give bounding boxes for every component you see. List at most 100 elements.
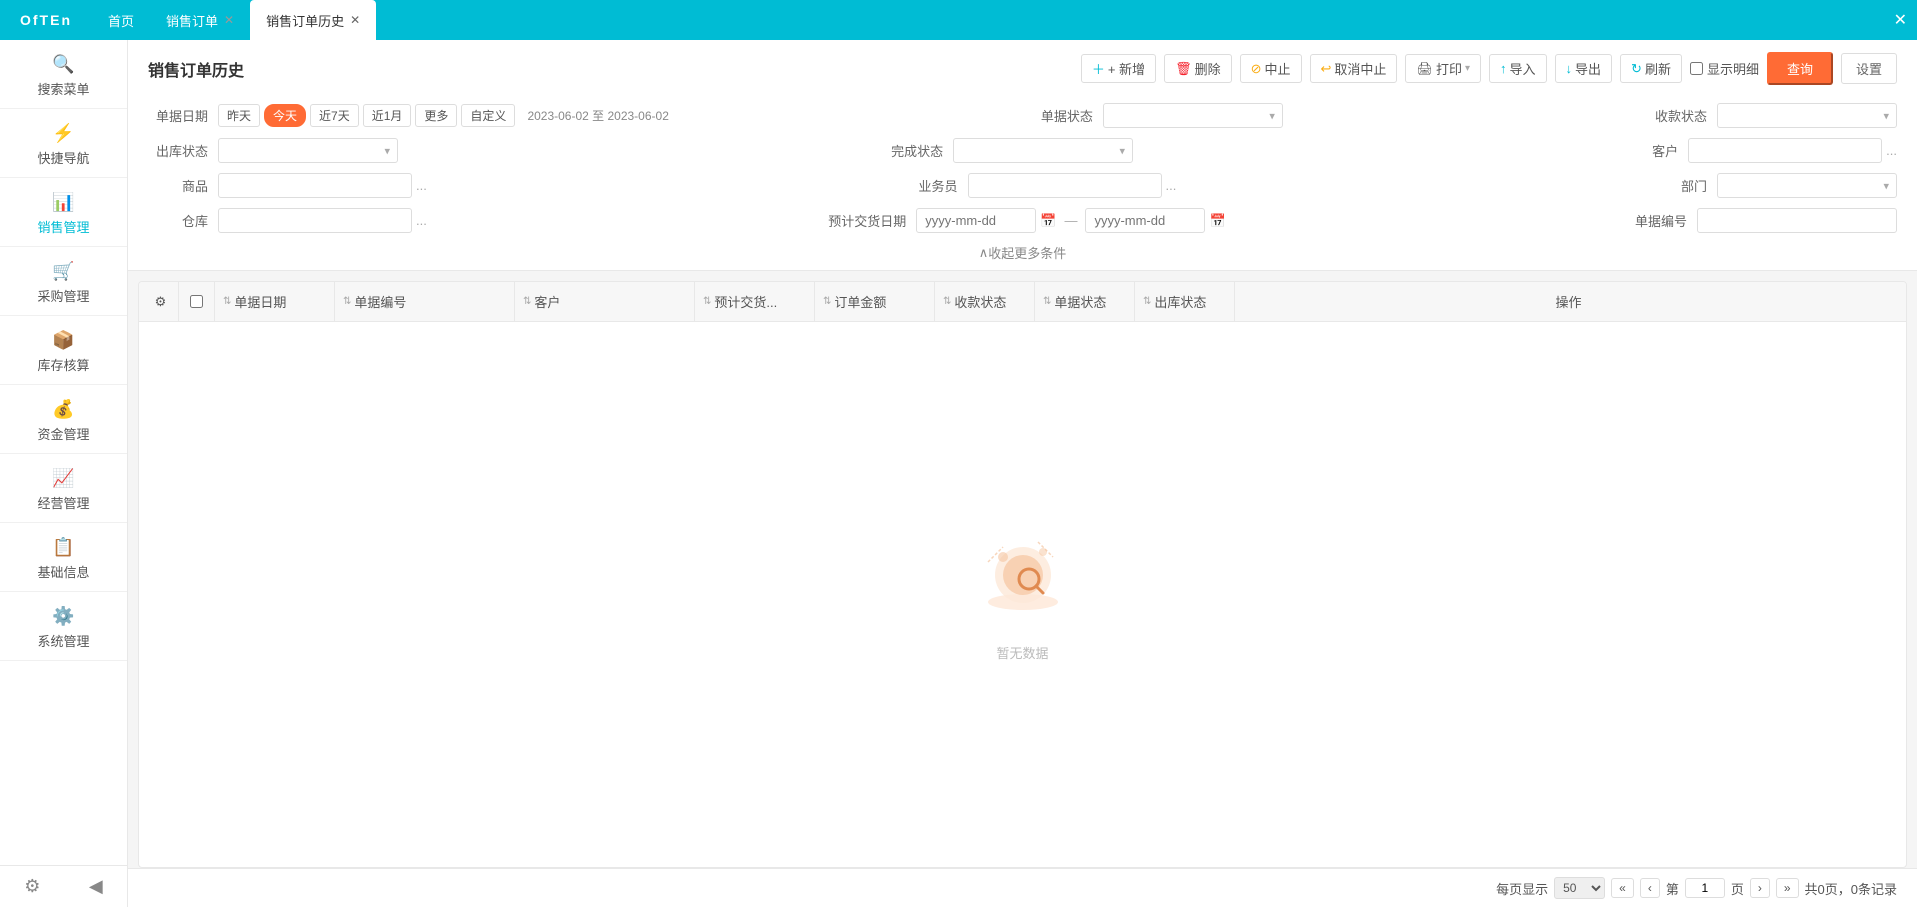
export-button[interactable]: ↓ 导出 xyxy=(1555,54,1613,83)
stop-button[interactable]: ⊘ 中止 xyxy=(1240,54,1302,83)
tab-sales-order-history-close[interactable]: ✕ xyxy=(350,13,360,27)
bill-status-select[interactable] xyxy=(1103,103,1283,128)
th-action-label: 操作 xyxy=(1555,292,1581,311)
payment-status-label: 收款状态 xyxy=(1647,106,1717,125)
toolbar: ＋ + 新增 🗑 删除 ⊘ 中止 ↩ 取消中止 xyxy=(1081,52,1897,85)
bill-number-input[interactable] xyxy=(1697,208,1897,233)
goods-dots[interactable]: ... xyxy=(416,178,427,193)
date-btn-today[interactable]: 今天 xyxy=(264,104,306,127)
sidebar-item-quick-nav-label: 快捷导航 xyxy=(37,148,89,167)
sidebar-item-operations[interactable]: 📈 经营管理 xyxy=(0,454,127,523)
th-delivery[interactable]: ⇅ 预计交货... xyxy=(695,282,815,321)
sidebar-settings-btn[interactable]: ⚙ xyxy=(24,876,40,897)
new-icon: ＋ xyxy=(1092,59,1105,78)
tab-sales-order-close[interactable]: ✕ xyxy=(224,13,234,27)
sidebar-item-quick-nav[interactable]: ⚡ 快捷导航 xyxy=(0,109,127,178)
refresh-icon: ↻ xyxy=(1631,61,1642,77)
th-customer[interactable]: ⇅ 客户 xyxy=(515,282,695,321)
sidebar-item-sales[interactable]: 📊 销售管理 xyxy=(0,178,127,247)
sidebar-item-inventory[interactable]: 📦 库存核算 xyxy=(0,316,127,385)
stock-status-select-wrap xyxy=(218,138,398,163)
warehouse-dots[interactable]: ... xyxy=(416,213,427,228)
import-button[interactable]: ↑ 导入 xyxy=(1489,54,1547,83)
th-bill-status[interactable]: ⇅ 单据状态 xyxy=(1035,282,1135,321)
page-size-select[interactable]: 50 10 20 100 xyxy=(1554,877,1605,899)
window-close-button[interactable]: ✕ xyxy=(1894,10,1907,30)
refresh-button[interactable]: ↻ 刷新 xyxy=(1620,54,1682,83)
th-bill-status-label: 单据状态 xyxy=(1054,292,1106,311)
date-btn-custom[interactable]: 自定义 xyxy=(461,104,515,127)
sidebar-item-system[interactable]: ⚙️ 系统管理 xyxy=(0,592,127,661)
sidebar-item-finance[interactable]: 💰 资金管理 xyxy=(0,385,127,454)
filter-row-4: 仓库 ... 预计交货日期 📅 — 📅 单据编号 xyxy=(148,208,1897,233)
settings-button[interactable]: 设置 xyxy=(1841,53,1897,84)
sidebar-item-finance-label: 资金管理 xyxy=(37,424,89,443)
tab-home[interactable]: 首页 xyxy=(92,0,150,40)
sidebar-item-basic[interactable]: 📋 基础信息 xyxy=(0,523,127,592)
page-number-input[interactable] xyxy=(1685,878,1725,898)
last-page-button[interactable]: » xyxy=(1776,878,1799,898)
sidebar-item-search[interactable]: 🔍 搜索菜单 xyxy=(0,40,127,109)
date-btn-more[interactable]: 更多 xyxy=(415,104,457,127)
select-all-checkbox[interactable] xyxy=(190,295,203,308)
sort-icon-number: ⇅ xyxy=(343,296,351,307)
th-stock-status[interactable]: ⇅ 出库状态 xyxy=(1135,282,1235,321)
show-detail-checkbox-label[interactable]: 显示明细 xyxy=(1690,59,1759,78)
th-number[interactable]: ⇅ 单据编号 xyxy=(335,282,515,321)
top-bar-right: ✕ xyxy=(1884,10,1917,30)
filter-area: 单据日期 昨天 今天 近7天 近1月 更多 自定义 2023-06-02 至 2… xyxy=(148,95,1897,270)
th-checkbox[interactable] xyxy=(179,282,215,321)
print-icon: 🖨 xyxy=(1416,61,1433,77)
tab-home-label: 首页 xyxy=(108,11,134,30)
collapse-row[interactable]: ∧ 收起更多条件 xyxy=(148,239,1897,262)
date-label: 单据日期 xyxy=(148,106,218,125)
export-label: 导出 xyxy=(1575,59,1601,78)
warehouse-input[interactable] xyxy=(218,208,412,233)
delivery-date-end[interactable] xyxy=(1085,208,1205,233)
th-stock-status-label: 出库状态 xyxy=(1154,292,1206,311)
empty-state: 暂无数据 xyxy=(139,322,1906,867)
tab-sales-order-history[interactable]: 销售订单历史 ✕ xyxy=(250,0,376,40)
payment-status-select[interactable] xyxy=(1717,103,1897,128)
delivery-date-start[interactable] xyxy=(916,208,1036,233)
sort-icon-delivery: ⇅ xyxy=(703,296,711,307)
date-btn-yesterday[interactable]: 昨天 xyxy=(218,104,260,127)
bill-status-label: 单据状态 xyxy=(1033,106,1103,125)
query-button[interactable]: 查询 xyxy=(1767,52,1833,85)
quick-nav-icon: ⚡ xyxy=(52,123,74,144)
date-btn-7days[interactable]: 近7天 xyxy=(310,104,359,127)
sidebar-collapse-btn[interactable]: ◀ xyxy=(89,876,103,897)
new-button[interactable]: ＋ + 新增 xyxy=(1081,54,1156,83)
salesperson-input[interactable] xyxy=(968,173,1162,198)
next-page-button[interactable]: › xyxy=(1750,878,1770,898)
sort-icon-amount: ⇅ xyxy=(823,296,831,307)
prev-page-button[interactable]: ‹ xyxy=(1640,878,1660,898)
calendar-start-icon[interactable]: 📅 xyxy=(1040,213,1056,229)
print-button[interactable]: 🖨 打印 ▾ xyxy=(1405,54,1481,83)
salesperson-dots[interactable]: ... xyxy=(1166,178,1177,193)
sidebar-item-search-label: 搜索菜单 xyxy=(37,79,89,98)
customer-dots[interactable]: ... xyxy=(1886,143,1897,158)
tab-sales-order[interactable]: 销售订单 ✕ xyxy=(150,0,250,40)
delete-button[interactable]: 🗑 删除 xyxy=(1164,54,1232,83)
th-pay-status[interactable]: ⇅ 收款状态 xyxy=(935,282,1035,321)
sidebar-item-purchase[interactable]: 🛒 采购管理 xyxy=(0,247,127,316)
filter-row-3: 商品 ... 业务员 ... 部门 xyxy=(148,173,1897,198)
sales-icon: 📊 xyxy=(52,192,74,213)
calendar-end-icon[interactable]: 📅 xyxy=(1209,213,1225,229)
customer-input[interactable] xyxy=(1688,138,1882,163)
department-select[interactable] xyxy=(1717,173,1897,198)
complete-status-select[interactable] xyxy=(953,138,1133,163)
empty-illustration xyxy=(973,527,1073,627)
cancel-stop-button[interactable]: ↩ 取消中止 xyxy=(1310,54,1398,83)
show-detail-checkbox[interactable] xyxy=(1690,62,1703,75)
finance-icon: 💰 xyxy=(52,399,74,420)
date-btn-1month[interactable]: 近1月 xyxy=(363,104,412,127)
goods-input[interactable] xyxy=(218,173,412,198)
th-settings[interactable]: ⚙ xyxy=(143,282,179,321)
first-page-button[interactable]: « xyxy=(1611,878,1634,898)
sort-icon-bill-status: ⇅ xyxy=(1043,296,1051,307)
stock-status-select[interactable] xyxy=(218,138,398,163)
th-amount[interactable]: ⇅ 订单金额 xyxy=(815,282,935,321)
th-date[interactable]: ⇅ 单据日期 xyxy=(215,282,335,321)
